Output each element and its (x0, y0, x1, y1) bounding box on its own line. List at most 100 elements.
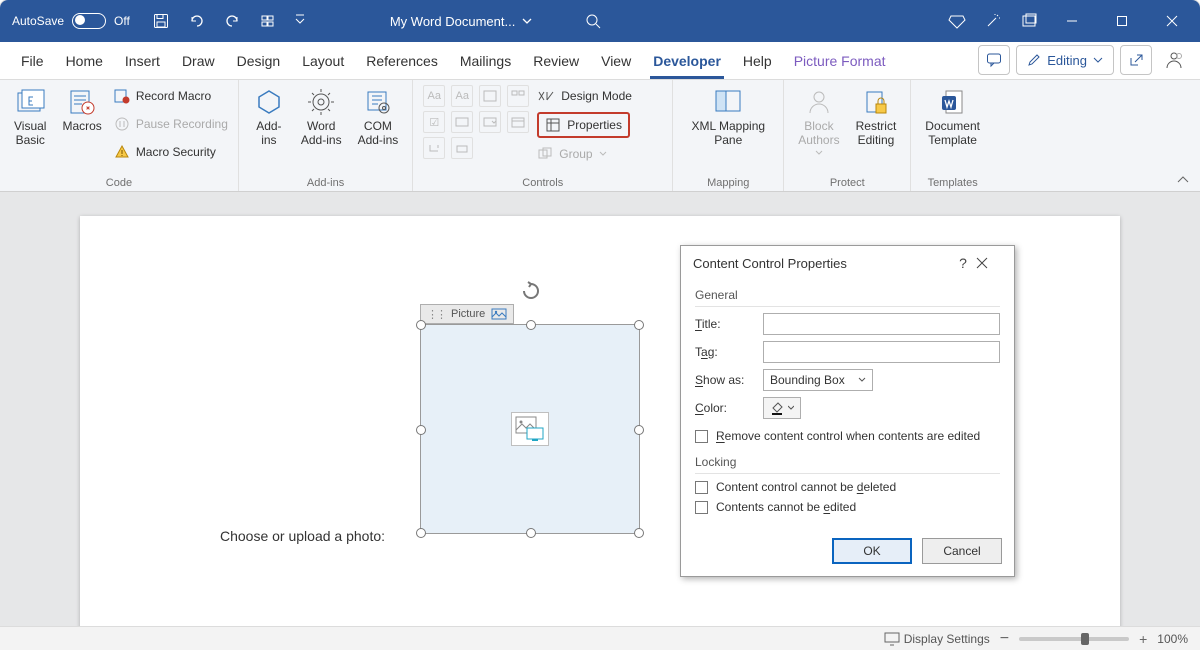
addins-button[interactable]: Add- ins (249, 84, 289, 150)
tab-developer[interactable]: Developer (642, 45, 732, 79)
remove-checkbox[interactable] (695, 430, 708, 443)
xml-mapping-button[interactable]: XML Mapping Pane (683, 84, 773, 150)
rich-text-control-button[interactable]: Aa (423, 85, 445, 107)
resize-handle[interactable] (634, 528, 644, 538)
image-icon (491, 308, 507, 320)
display-settings-button[interactable]: Display Settings (884, 632, 990, 646)
lock-delete-checkbox[interactable] (695, 481, 708, 494)
group-addins: Add- ins Word Add-ins COM Add-ins Add-in… (239, 80, 413, 191)
com-addins-button[interactable]: COM Add-ins (354, 84, 403, 150)
close-button[interactable] (1150, 6, 1194, 36)
tab-draw[interactable]: Draw (171, 45, 226, 79)
minimize-button[interactable] (1050, 6, 1094, 36)
legacy-tools-button[interactable] (451, 137, 473, 159)
comments-button[interactable] (978, 45, 1010, 75)
content-control-properties-dialog: Content Control Properties ? General Tit… (680, 245, 1015, 577)
tab-layout[interactable]: Layout (291, 45, 355, 79)
premium-button[interactable] (942, 6, 972, 36)
maximize-button[interactable] (1100, 6, 1144, 36)
tab-home[interactable]: Home (55, 45, 114, 79)
control-tab[interactable]: ⋮⋮ Picture (420, 304, 514, 324)
close-icon (976, 257, 988, 269)
save-icon (153, 13, 169, 29)
resize-handle[interactable] (416, 320, 426, 330)
dialog-titlebar[interactable]: Content Control Properties ? (681, 246, 1014, 280)
repeating-control-button[interactable] (423, 137, 445, 159)
account-button[interactable] (1158, 45, 1190, 75)
grip-icon: ⋮⋮ (427, 308, 445, 321)
resize-handle[interactable] (526, 528, 536, 538)
lock-edit-checkbox[interactable] (695, 501, 708, 514)
resize-handle[interactable] (526, 320, 536, 330)
dropdown-control-button[interactable] (479, 111, 501, 133)
combobox-control-button[interactable] (451, 111, 473, 133)
color-picker[interactable] (763, 397, 801, 419)
qat-more-button[interactable] (254, 6, 284, 36)
window-icon (1021, 13, 1037, 29)
rotate-handle[interactable] (520, 280, 542, 302)
tab-file[interactable]: File (10, 45, 55, 79)
visual-basic-button[interactable]: Visual Basic (10, 84, 50, 150)
coming-soon-button[interactable] (978, 6, 1008, 36)
document-area[interactable]: Choose or upload a photo: ⋮⋮ Picture (0, 192, 1200, 626)
repeat-icon (427, 142, 441, 154)
save-button[interactable] (146, 6, 176, 36)
app-switcher-button[interactable] (1014, 6, 1044, 36)
tab-insert[interactable]: Insert (114, 45, 171, 79)
picture-control-button[interactable] (479, 85, 501, 107)
title-bar: AutoSave Off My Word Document... (0, 0, 1200, 42)
show-as-select[interactable]: Bounding Box (763, 369, 873, 391)
tab-view[interactable]: View (590, 45, 642, 79)
building-block-control-button[interactable] (507, 85, 529, 107)
tab-picture-format[interactable]: Picture Format (783, 45, 897, 79)
group-label-controls: Controls (423, 175, 662, 189)
checkbox-control-button[interactable]: ☑ (423, 111, 445, 133)
zoom-out-button[interactable]: − (1000, 630, 1009, 648)
properties-icon (545, 117, 561, 133)
properties-button[interactable]: Properties (537, 112, 630, 138)
monitor-icon (884, 632, 900, 646)
document-title[interactable]: My Word Document... (390, 14, 533, 29)
redo-button[interactable] (218, 6, 248, 36)
picture-placeholder[interactable] (511, 412, 549, 446)
restrict-icon (862, 88, 890, 116)
resize-handle[interactable] (634, 425, 644, 435)
search-button[interactable] (578, 6, 608, 36)
tab-mailings[interactable]: Mailings (449, 45, 522, 79)
tab-references[interactable]: References (355, 45, 449, 79)
design-mode-button[interactable]: Design Mode (537, 84, 632, 108)
share-button[interactable] (1120, 45, 1152, 75)
tab-help[interactable]: Help (732, 45, 783, 79)
dialog-close-button[interactable] (976, 257, 1002, 269)
show-as-label: Show as: (695, 373, 755, 387)
dialog-help-button[interactable]: ? (950, 255, 976, 271)
undo-button[interactable] (182, 6, 212, 36)
document-template-button[interactable]: Document Template (921, 84, 984, 150)
macros-button[interactable]: Macros (58, 84, 105, 136)
resize-handle[interactable] (416, 528, 426, 538)
tab-design[interactable]: Design (226, 45, 292, 79)
plain-text-control-button[interactable]: Aa (451, 85, 473, 107)
macro-security-button[interactable]: Macro Security (114, 140, 216, 164)
resize-handle[interactable] (634, 320, 644, 330)
record-macro-button[interactable]: Record Macro (114, 84, 211, 108)
zoom-slider[interactable] (1019, 637, 1129, 641)
qat-customize-button[interactable] (290, 6, 310, 36)
editing-mode-button[interactable]: Editing (1016, 45, 1114, 75)
resize-handle[interactable] (416, 425, 426, 435)
ok-button[interactable]: OK (832, 538, 912, 564)
undo-icon (188, 13, 206, 29)
collapse-ribbon-button[interactable] (1176, 175, 1190, 185)
tag-input[interactable] (763, 341, 1000, 363)
zoom-in-button[interactable]: + (1139, 631, 1147, 647)
restrict-editing-button[interactable]: Restrict Editing (852, 84, 901, 150)
picture-content-control[interactable]: ⋮⋮ Picture (420, 304, 642, 536)
zoom-level[interactable]: 100% (1157, 632, 1188, 646)
word-addins-button[interactable]: Word Add-ins (297, 84, 346, 150)
title-input[interactable] (763, 313, 1000, 335)
date-control-button[interactable] (507, 111, 529, 133)
tab-review[interactable]: Review (522, 45, 590, 79)
editing-mode-label: Editing (1047, 53, 1087, 68)
cancel-button[interactable]: Cancel (922, 538, 1002, 564)
autosave-toggle[interactable]: AutoSave Off (12, 13, 130, 29)
